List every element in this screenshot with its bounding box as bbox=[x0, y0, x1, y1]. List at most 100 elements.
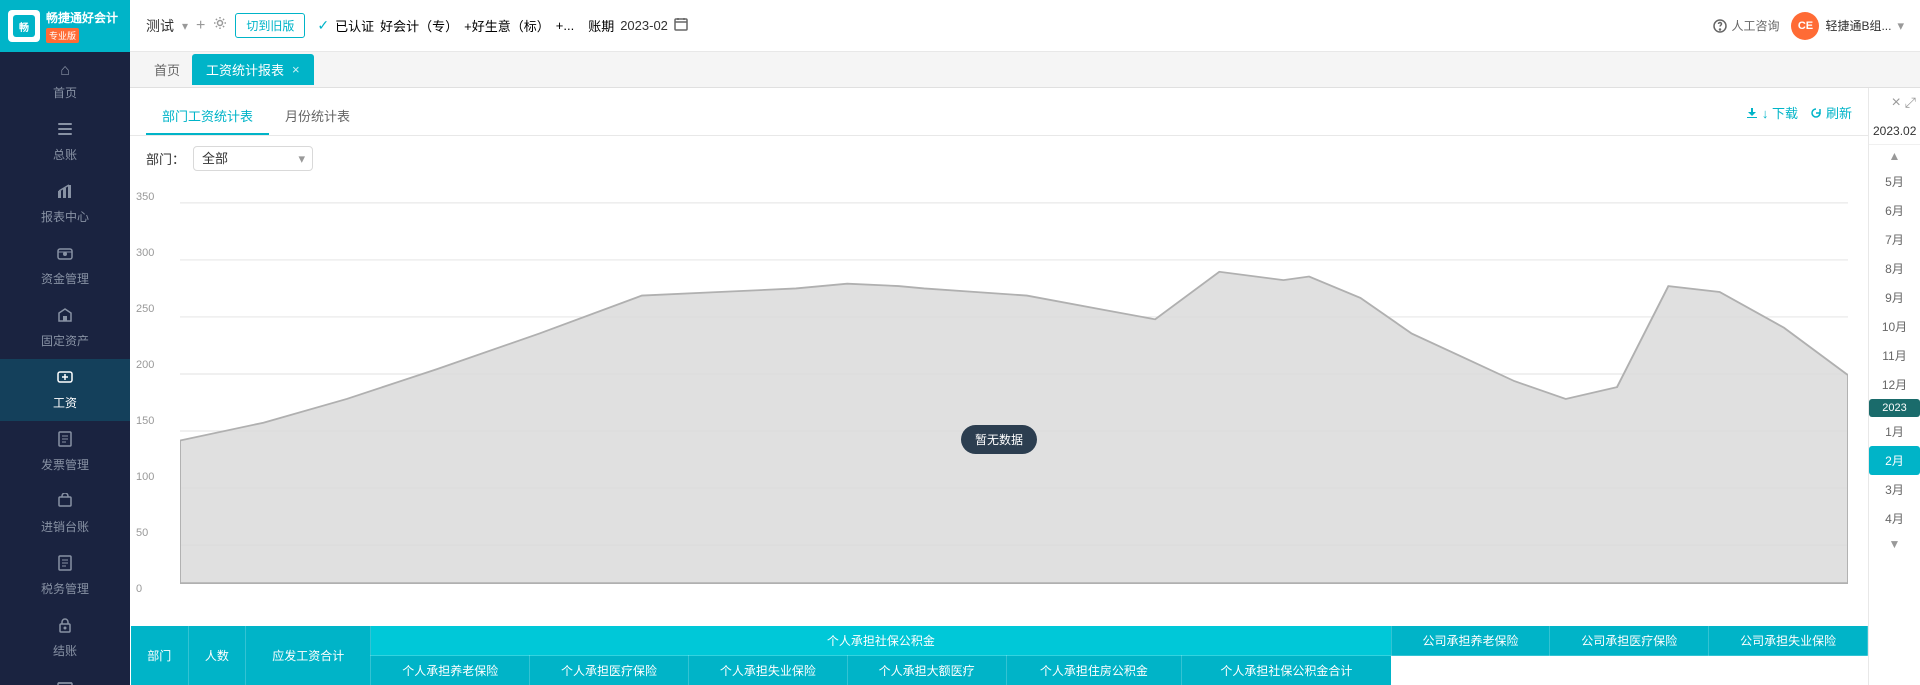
month-8[interactable]: 8月 bbox=[1869, 254, 1920, 283]
expand-btn[interactable]: ⤢ bbox=[1905, 94, 1916, 112]
topbar: 测试 ▾ + 切到旧版 ✓ 已认证 好会计（专） +好生意（标） +... 账期… bbox=[130, 0, 1920, 52]
help-btn[interactable]: 人工咨询 bbox=[1713, 17, 1779, 34]
dept-select-wrapper: 全部 bbox=[193, 146, 313, 171]
month-3[interactable]: 3月 bbox=[1869, 475, 1920, 504]
month-1[interactable]: 1月 bbox=[1869, 417, 1920, 446]
sidebar-item-assets[interactable]: 固定资产 bbox=[0, 297, 130, 359]
sidebar-label-funds: 资金管理 bbox=[41, 270, 89, 287]
user-name[interactable]: 轻捷通B组... bbox=[1825, 17, 1891, 34]
month-7[interactable]: 7月 bbox=[1869, 225, 1920, 254]
ledger-icon bbox=[57, 121, 73, 142]
help-label: 人工咨询 bbox=[1731, 17, 1779, 34]
sidebar-item-funds[interactable]: 资金管理 bbox=[0, 235, 130, 297]
sidebar-item-tax[interactable]: 税务管理 bbox=[0, 545, 130, 607]
certified-dot: ✓ bbox=[317, 17, 329, 34]
month-11[interactable]: 11月 bbox=[1869, 341, 1920, 370]
th-sub-1: 公司承担医疗保险 bbox=[1550, 626, 1709, 656]
funds-icon bbox=[57, 245, 73, 266]
archive-icon bbox=[57, 679, 73, 685]
sub-tabs: 部门工资统计表 月份统计表 ↓ 下载 刷新 bbox=[130, 88, 1868, 136]
content-main: 部门工资统计表 月份统计表 ↓ 下载 刷新 bbox=[130, 88, 1868, 685]
sidebar-item-invoice[interactable]: 发票管理 bbox=[0, 421, 130, 483]
app-name: 畅捷通好会计 bbox=[46, 9, 118, 26]
sidebar-label-closing: 结账 bbox=[53, 642, 77, 659]
th-sub-2: 公司承担失业保险 bbox=[1709, 626, 1868, 656]
user-dropdown-icon[interactable]: ▾ bbox=[1897, 18, 1904, 34]
edition-badge: 专业版 bbox=[46, 28, 79, 43]
tax-icon bbox=[57, 555, 73, 576]
topbar-settings-btn[interactable] bbox=[213, 16, 227, 35]
content-wrapper: 部门工资统计表 月份统计表 ↓ 下载 刷新 bbox=[130, 88, 1920, 685]
month-nav-down[interactable]: ▼ bbox=[1869, 533, 1920, 555]
month-9[interactable]: 9月 bbox=[1869, 283, 1920, 312]
table-wrapper: 部门 人数 应发工资合计 个人承担社保公积金 公司承担养老保险 公司承担医疗保险… bbox=[130, 625, 1868, 685]
sidebar-item-home[interactable]: ⌂ 首页 bbox=[0, 52, 130, 111]
right-sidebar: × ⤢ 2023.02 ▲ 5月 6月 7月 8月 9月 10月 11月 12月… bbox=[1868, 88, 1920, 685]
month-6[interactable]: 6月 bbox=[1869, 196, 1920, 225]
refresh-btn[interactable]: 刷新 bbox=[1810, 103, 1852, 122]
sidebar-label-tax: 税务管理 bbox=[41, 580, 89, 597]
data-table: 部门 人数 应发工资合计 个人承担社保公积金 公司承担养老保险 公司承担医疗保险… bbox=[130, 625, 1868, 685]
sidebar-label-reports: 报表中心 bbox=[41, 208, 89, 225]
sidebar-label-sales: 进销台账 bbox=[41, 518, 89, 535]
topbar-add-btn[interactable]: + bbox=[196, 17, 205, 35]
month-5[interactable]: 5月 bbox=[1869, 167, 1920, 196]
period-value: 2023-02 bbox=[620, 18, 668, 33]
status-business: +好生意（标） bbox=[464, 16, 550, 35]
th-personal-group: 个人承担社保公积金 bbox=[371, 626, 1391, 656]
home-icon: ⌂ bbox=[60, 62, 70, 80]
th-sub-0: 公司承担养老保险 bbox=[1391, 626, 1550, 656]
calendar-icon[interactable] bbox=[674, 17, 688, 34]
sidebar-label-assets: 固定资产 bbox=[41, 332, 89, 349]
th-salary: 应发工资合计 bbox=[246, 626, 371, 685]
chart-svg bbox=[180, 191, 1848, 595]
year-label: 2023.02 bbox=[1869, 118, 1920, 145]
toolbar: 部门： 全部 bbox=[130, 136, 1868, 181]
sidebar-logo: 畅 畅捷通好会计 专业版 bbox=[0, 0, 130, 52]
month-4[interactable]: 4月 bbox=[1869, 504, 1920, 533]
closing-icon bbox=[57, 617, 73, 638]
month-12[interactable]: 12月 bbox=[1869, 370, 1920, 399]
status-more: +... bbox=[556, 18, 574, 33]
th-unemployment: 个人承担失业保险 bbox=[688, 656, 847, 685]
sidebar-label-invoice: 发票管理 bbox=[41, 456, 89, 473]
sidebar-nav: ⌂ 首页 总账 报表中心 资金管理 固定资产 bbox=[0, 52, 130, 685]
sidebar-item-closing[interactable]: 结账 bbox=[0, 607, 130, 669]
topbar-dropdown-arrow[interactable]: ▾ bbox=[182, 19, 188, 33]
dept-select[interactable]: 全部 bbox=[193, 146, 313, 171]
month-nav-up[interactable]: ▲ bbox=[1869, 145, 1920, 167]
toolbar-left: 部门： 全部 bbox=[146, 146, 313, 171]
sidebar: 畅 畅捷通好会计 专业版 ⌂ 首页 总账 报表中心 bbox=[0, 0, 130, 685]
y-axis: 350 300 250 200 150 100 50 0 bbox=[136, 191, 154, 595]
topbar-right: 人工咨询 CE 轻捷通B组... ▾ bbox=[1713, 12, 1904, 40]
tab-home[interactable]: 首页 bbox=[146, 54, 188, 85]
sales-icon bbox=[57, 493, 73, 514]
sub-tab-dept[interactable]: 部门工资统计表 bbox=[146, 98, 269, 135]
user-avatar: CE bbox=[1791, 12, 1819, 40]
tab-close-btn[interactable]: × bbox=[292, 62, 300, 77]
salary-icon bbox=[57, 369, 73, 390]
sidebar-label-ledger: 总账 bbox=[53, 146, 77, 163]
th-medical: 个人承担医疗保险 bbox=[530, 656, 689, 685]
sidebar-item-archive[interactable]: 归档管理 bbox=[0, 669, 130, 685]
sidebar-item-salary[interactable]: 工资 bbox=[0, 359, 130, 421]
sub-tab-actions: ↓ 下载 刷新 bbox=[1746, 103, 1852, 130]
th-count: 人数 bbox=[188, 626, 246, 685]
sub-tab-monthly[interactable]: 月份统计表 bbox=[269, 98, 366, 135]
close-btn[interactable]: × bbox=[1891, 94, 1900, 112]
reports-icon bbox=[57, 183, 73, 204]
year-2023-badge: 2023 bbox=[1869, 399, 1920, 417]
th-housing-fund: 个人承担住房公积金 bbox=[1006, 656, 1182, 685]
invoice-icon bbox=[57, 431, 73, 452]
sidebar-item-reports[interactable]: 报表中心 bbox=[0, 173, 130, 235]
topbar-title: 测试 bbox=[146, 16, 174, 36]
month-2-active[interactable]: 2月 bbox=[1869, 446, 1920, 475]
sidebar-item-ledger[interactable]: 总账 bbox=[0, 111, 130, 173]
switch-old-btn[interactable]: 切到旧版 bbox=[235, 13, 305, 38]
assets-icon bbox=[57, 307, 73, 328]
sidebar-item-sales[interactable]: 进销台账 bbox=[0, 483, 130, 545]
tab-salary-report[interactable]: 工资统计报表 × bbox=[192, 54, 314, 85]
month-10[interactable]: 10月 bbox=[1869, 312, 1920, 341]
th-major-medical: 个人承担大额医疗 bbox=[847, 656, 1006, 685]
download-btn[interactable]: ↓ 下载 bbox=[1746, 103, 1798, 122]
